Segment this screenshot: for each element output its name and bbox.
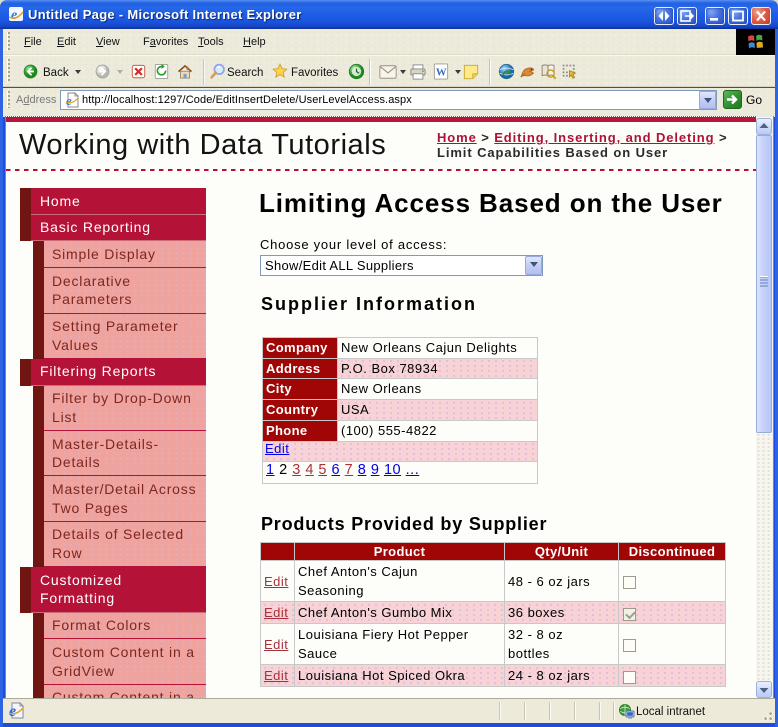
svg-text:e: e [11,8,17,22]
svg-text:e: e [66,93,72,108]
svg-text:W: W [436,68,447,79]
svg-text:e: e [9,703,16,719]
